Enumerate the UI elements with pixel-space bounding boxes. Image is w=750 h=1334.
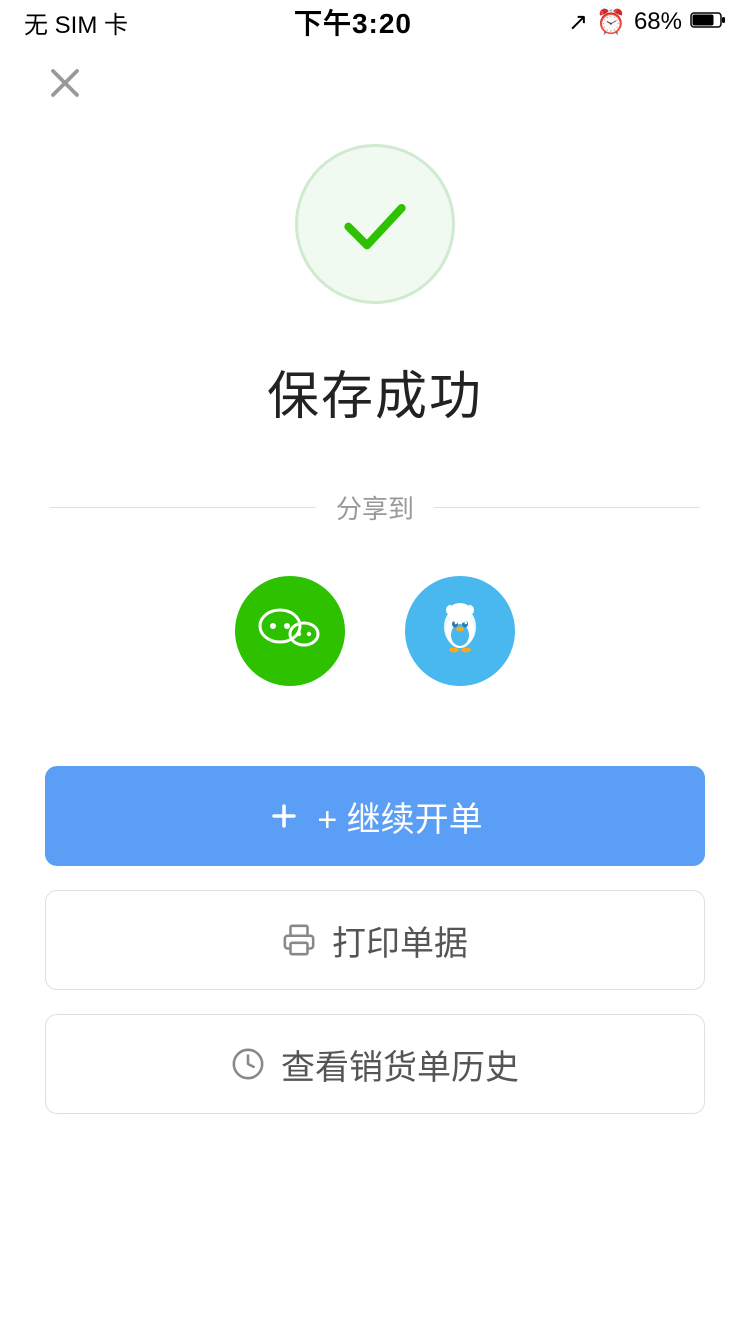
share-label: 分享到 [316, 489, 434, 526]
battery-icon [690, 8, 726, 36]
action-buttons: + 继续开单 打印单据 查看销货单历史 [45, 766, 705, 1114]
success-title: 保存成功 [267, 354, 483, 429]
share-icons [235, 576, 515, 686]
wechat-share-button[interactable] [235, 576, 345, 686]
share-section: 分享到 [0, 489, 750, 686]
history-label: 查看销货单历史 [281, 1040, 519, 1089]
main-content: 保存成功 分享到 [0, 44, 750, 1114]
status-bar: 无 SIM 卡 下午3:20 ↗ ⏰ 68% [0, 0, 750, 44]
status-time: 下午3:20 [294, 2, 412, 42]
print-button[interactable]: 打印单据 [45, 890, 705, 990]
qq-share-button[interactable] [405, 576, 515, 686]
share-divider: 分享到 [0, 489, 750, 526]
history-button[interactable]: 查看销货单历史 [45, 1014, 705, 1114]
continue-label: + 继续开单 [317, 792, 482, 841]
close-button[interactable] [40, 58, 90, 108]
success-circle [295, 144, 455, 304]
status-right: ↗ ⏰ 68% [568, 8, 726, 37]
print-label: 打印单据 [332, 916, 468, 965]
no-sim-label: 无 SIM 卡 [24, 5, 128, 40]
continue-button[interactable]: + 继续开单 [45, 766, 705, 866]
status-left: 无 SIM 卡 [24, 5, 138, 40]
battery-label: 68% [634, 8, 682, 36]
alarm-icon: ⏰ [596, 8, 626, 37]
location-icon: ↗ [568, 8, 588, 37]
